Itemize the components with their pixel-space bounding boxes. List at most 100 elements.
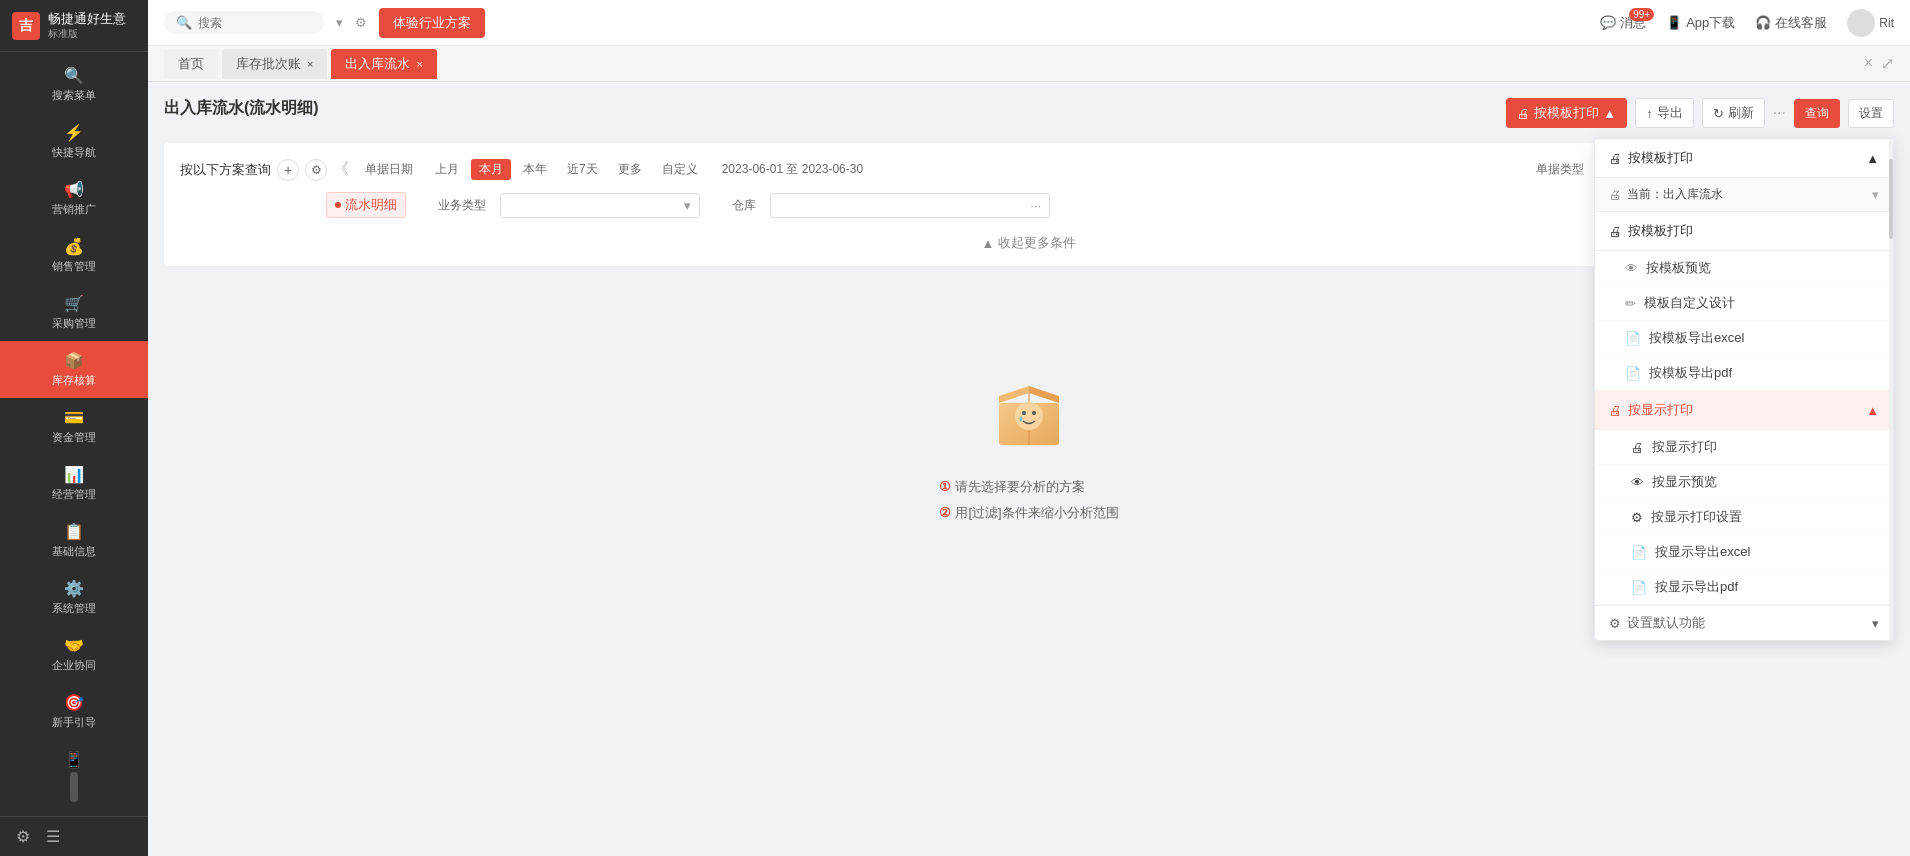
header-settings-icon[interactable]: ⚙ xyxy=(355,15,367,30)
date-tab-last7days[interactable]: 近7天 xyxy=(559,159,606,180)
dropdown-display-settings[interactable]: ⚙ 按显示打印设置 xyxy=(1595,500,1893,535)
sidebar-nav: 🔍 搜索菜单 ⚡ 快捷导航 📢 营销推广 💰 销售管理 🛒 采购管理 📦 库存核… xyxy=(0,52,148,772)
warehouse-select[interactable]: ··· xyxy=(770,193,1050,218)
date-tab-more[interactable]: 更多 xyxy=(610,159,650,180)
tab-batch-close[interactable]: × xyxy=(307,58,313,70)
operation-icon: 📊 xyxy=(64,465,84,484)
settings-btn[interactable]: 设置 xyxy=(1848,99,1894,128)
business-type-select[interactable]: ▾ xyxy=(500,193,700,218)
date-filter: 单据日期 上月 本月 本年 近7天 更多 自定义 2023-06-01 至 20… xyxy=(365,159,1520,180)
tab-flow-close[interactable]: × xyxy=(416,58,422,70)
dropdown-template-excel[interactable]: 📄 按模板导出excel xyxy=(1595,321,1893,356)
dropdown-display-preview[interactable]: 👁 按显示预览 xyxy=(1595,465,1893,500)
display-print-section-chevron-up: ▲ xyxy=(1866,403,1879,418)
dropdown-template-pdf[interactable]: 📄 按模板导出pdf xyxy=(1595,356,1893,391)
sidebar-item-sales[interactable]: 💰 销售管理 xyxy=(0,227,148,284)
sidebar-item-marketing[interactable]: 📢 营销推广 xyxy=(0,170,148,227)
refresh-icon: ↻ xyxy=(1713,106,1724,121)
sidebar-settings-icon[interactable]: ⚙ xyxy=(16,827,30,846)
online-service-btn[interactable]: 🎧 在线客服 xyxy=(1755,14,1827,32)
app-download-btn[interactable]: 📱 App下载 xyxy=(1666,14,1735,32)
main-area: 🔍 ▾ ⚙ 体验行业方案 💬 消息 99+ 📱 App下载 🎧 在线客服 Rit xyxy=(148,0,1910,856)
dropdown-panel-header[interactable]: 🖨 按模板打印 ▲ xyxy=(1595,139,1893,178)
warehouse-more-icon: ··· xyxy=(1030,198,1041,213)
trial-btn[interactable]: 体验行业方案 xyxy=(379,8,485,38)
dropdown-display-print-header[interactable]: 🖨 按显示打印 ▲ xyxy=(1595,391,1893,430)
dropdown-template-preview[interactable]: 👁 按模板预览 xyxy=(1595,251,1893,286)
sidebar-item-search[interactable]: 🔍 搜索菜单 xyxy=(0,56,148,113)
print-template-btn[interactable]: 🖨 按模板打印 ▲ xyxy=(1506,98,1627,128)
display-print-icon: 🖨 xyxy=(1631,440,1644,455)
dropdown-display-pdf[interactable]: 📄 按显示导出pdf xyxy=(1595,570,1893,605)
refresh-btn[interactable]: ↻ 刷新 xyxy=(1702,98,1765,128)
dropdown-chevron-up-icon: ▲ xyxy=(1866,151,1879,166)
dropdown-template-custom[interactable]: ✏ 模板自定义设计 xyxy=(1595,286,1893,321)
dropdown-scroll-thumb xyxy=(1889,159,1893,239)
sidebar-item-purchase[interactable]: 🛒 采购管理 xyxy=(0,284,148,341)
sidebar-logo: 吉 畅捷通好生意 标准版 xyxy=(0,0,148,52)
date-tab-custom[interactable]: 自定义 xyxy=(654,159,706,180)
date-tabs: 上月 本月 本年 近7天 更多 自定义 xyxy=(427,159,706,180)
filter-add-btn[interactable]: + xyxy=(277,159,299,181)
logo-icon: 吉 xyxy=(12,12,40,40)
export-btn[interactable]: ↑ 导出 xyxy=(1635,98,1694,128)
chevron-up-icon: ▲ xyxy=(1603,106,1616,121)
header-search-box[interactable]: 🔍 xyxy=(164,11,324,34)
top-header: 🔍 ▾ ⚙ 体验行业方案 💬 消息 99+ 📱 App下载 🎧 在线客服 Rit xyxy=(148,0,1910,46)
sidebar-item-guide[interactable]: 🎯 新手引导 xyxy=(0,683,148,740)
filter-title-label: 按以下方案查询 xyxy=(180,161,271,179)
sidebar-item-operation[interactable]: 📊 经营管理 xyxy=(0,455,148,512)
tab-bar-close-all[interactable]: × xyxy=(1864,54,1873,73)
date-tab-current-month[interactable]: 本月 xyxy=(471,159,511,180)
template-pdf-icon: 📄 xyxy=(1625,366,1641,381)
filter-collapse-btn[interactable]: 《 xyxy=(333,159,349,180)
headphone-icon: 🎧 xyxy=(1755,15,1771,30)
chevron-up-filter-icon: ▲ xyxy=(982,236,995,251)
sidebar-item-finance[interactable]: 💳 资金管理 xyxy=(0,398,148,455)
search-nav-icon: 🔍 xyxy=(64,66,84,85)
sidebar-menu-icon[interactable]: ☰ xyxy=(46,827,60,846)
guide-icon: 🎯 xyxy=(64,693,84,712)
dropdown-display-excel[interactable]: 📄 按显示导出excel xyxy=(1595,535,1893,570)
sidebar-item-shortcut[interactable]: ⚡ 快捷导航 xyxy=(0,113,148,170)
app-download-icon: 📱 xyxy=(1666,15,1682,30)
user-avatar-area[interactable]: Rit xyxy=(1847,9,1894,37)
search-input[interactable] xyxy=(198,16,298,30)
svg-point-5 xyxy=(1022,411,1026,415)
date-tab-current-year[interactable]: 本年 xyxy=(515,159,555,180)
messages-icon: 💬 xyxy=(1600,15,1616,30)
finance-icon: 💳 xyxy=(64,408,84,427)
dropdown-footer-chevron: ▾ xyxy=(1872,616,1879,631)
tab-home[interactable]: 首页 xyxy=(164,49,218,79)
empty-tips: ①请先选择要分析的方案 ②用[过滤]条件来缩小分析范围 xyxy=(939,474,1118,526)
sidebar-bottom: ⚙ ☰ xyxy=(0,816,148,856)
dropdown-current-chevron: ▾ xyxy=(1872,187,1879,202)
sidebar: 吉 畅捷通好生意 标准版 🔍 搜索菜单 ⚡ 快捷导航 📢 营销推广 💰 销售管理… xyxy=(0,0,148,856)
tab-bar-expand[interactable]: ⤢ xyxy=(1881,54,1894,73)
more-toolbar-icon[interactable]: ··· xyxy=(1773,104,1786,122)
sales-icon: 💰 xyxy=(64,237,84,256)
template-print-section-icon: 🖨 xyxy=(1609,224,1622,239)
sidebar-item-appstore[interactable]: 📱 应用中心 xyxy=(0,740,148,772)
dropdown-scrollbar[interactable] xyxy=(1889,139,1893,640)
display-excel-icon: 📄 xyxy=(1631,545,1647,560)
marketing-icon: 📢 xyxy=(64,180,84,199)
tab-flow[interactable]: 出入库流水 × xyxy=(331,49,436,79)
empty-illustration xyxy=(979,358,1079,458)
query-btn[interactable]: 查询 xyxy=(1794,99,1840,128)
sidebar-item-collab[interactable]: 🤝 企业协同 xyxy=(0,626,148,683)
sidebar-item-system[interactable]: ⚙️ 系统管理 xyxy=(0,569,148,626)
sidebar-item-base[interactable]: 📋 基础信息 xyxy=(0,512,148,569)
flow-detail-tag: 流水明细 xyxy=(326,192,406,218)
sidebar-item-inventory[interactable]: 📦 库存核算 xyxy=(0,341,148,398)
dropdown-template-print-header[interactable]: 🖨 按模板打印 xyxy=(1595,212,1893,251)
messages-btn[interactable]: 💬 消息 99+ xyxy=(1600,14,1646,32)
tab-batch[interactable]: 库存批次账 × xyxy=(222,49,327,79)
date-tab-prev-month[interactable]: 上月 xyxy=(427,159,467,180)
dropdown-display-print[interactable]: 🖨 按显示打印 xyxy=(1595,430,1893,465)
search-icon: 🔍 xyxy=(176,15,192,30)
dropdown-footer[interactable]: ⚙ 设置默认功能 ▾ xyxy=(1595,605,1893,640)
filter-settings-btn[interactable]: ⚙ xyxy=(305,159,327,181)
svg-point-7 xyxy=(1020,417,1023,422)
header-dropdown-icon[interactable]: ▾ xyxy=(336,15,343,30)
